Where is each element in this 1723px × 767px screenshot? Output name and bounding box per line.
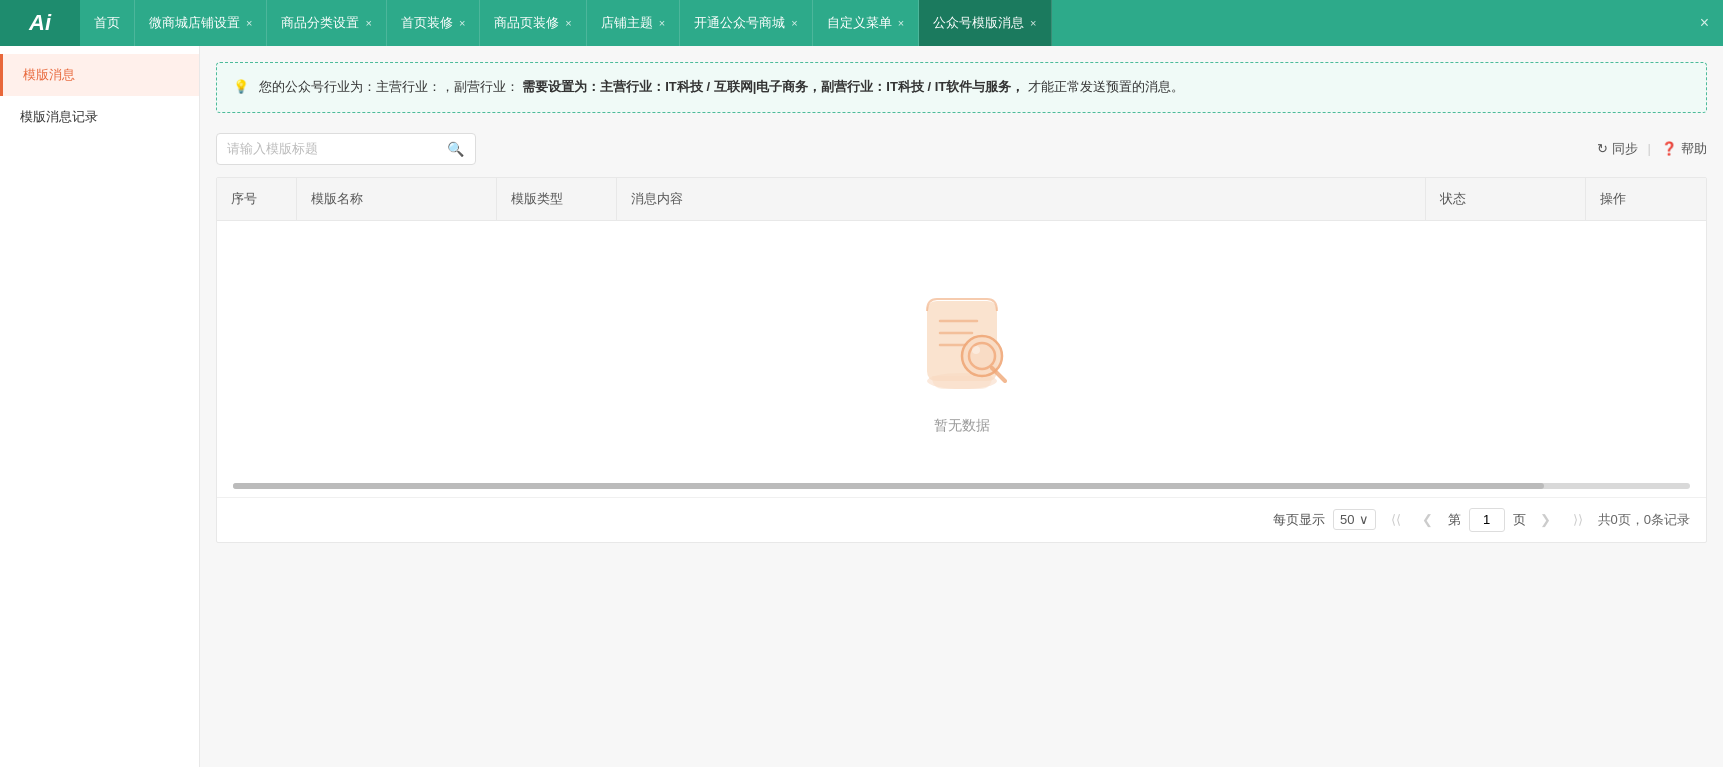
nav-tab-5[interactable]: 店铺主题 ×: [587, 0, 680, 46]
nav-tab-close[interactable]: ×: [898, 18, 904, 29]
nav-tab-3[interactable]: 首页装修 ×: [387, 0, 480, 46]
col-header-type: 模版类型: [497, 178, 617, 220]
divider: |: [1648, 141, 1651, 156]
nav-tab-label: 首页: [94, 14, 120, 32]
empty-text: 暂无数据: [934, 417, 990, 435]
empty-state: 暂无数据: [217, 221, 1706, 475]
search-icon[interactable]: 🔍: [447, 141, 464, 157]
pagination: 每页显示 50 ∨ ⟨⟨ ❮ 第 页 ❯ ⟩⟩ 共0页，0条记录: [217, 497, 1706, 542]
nav-tab-label: 商品页装修: [494, 14, 559, 32]
app-logo: Ai: [0, 0, 80, 46]
page-size-value: 50: [1340, 512, 1354, 527]
sidebar: 模版消息模版消息记录: [0, 46, 200, 767]
last-page-button[interactable]: ⟩⟩: [1566, 508, 1590, 532]
col-header-content: 消息内容: [617, 178, 1426, 220]
total-info: 共0页，0条记录: [1598, 511, 1690, 529]
help-label: 帮助: [1681, 140, 1707, 158]
notice-icon: 💡: [233, 79, 249, 94]
nav-tab-label: 自定义菜单: [827, 14, 892, 32]
col-header-status: 状态: [1426, 178, 1586, 220]
nav-tab-label: 微商城店铺设置: [149, 14, 240, 32]
page-number-input[interactable]: [1469, 508, 1505, 532]
nav-tab-4[interactable]: 商品页装修 ×: [480, 0, 586, 46]
nav-tab-1[interactable]: 微商城店铺设置 ×: [135, 0, 267, 46]
content-area: 💡 您的公众号行业为：主营行业：，副营行业： 需要设置为：主营行业：IT科技 /…: [200, 46, 1723, 767]
scrollbar-thumb: [233, 483, 1544, 489]
nav-tab-8[interactable]: 公众号模版消息 ×: [919, 0, 1051, 46]
sidebar-item-1[interactable]: 模版消息记录: [0, 96, 199, 138]
nav-tab-close[interactable]: ×: [365, 18, 371, 29]
nav-tab-label: 商品分类设置: [281, 14, 359, 32]
sync-icon: ↻: [1597, 141, 1608, 156]
nav-tab-7[interactable]: 自定义菜单 ×: [813, 0, 919, 46]
nav-tab-close[interactable]: ×: [565, 18, 571, 29]
help-button[interactable]: ❓ 帮助: [1661, 140, 1707, 158]
search-input-wrap: 🔍: [216, 133, 476, 165]
sync-button[interactable]: ↻ 同步: [1597, 140, 1638, 158]
notice-prefix: 您的公众号行业为：主营行业：，副营行业：: [259, 79, 519, 94]
search-input[interactable]: [227, 141, 447, 156]
nav-tabs: 首页微商城店铺设置×商品分类设置×首页装修×商品页装修×店铺主题×开通公众号商城…: [80, 0, 1686, 46]
sidebar-item-0[interactable]: 模版消息: [0, 54, 199, 96]
col-header-index: 序号: [217, 178, 297, 220]
nav-tab-close[interactable]: ×: [659, 18, 665, 29]
nav-tab-close[interactable]: ×: [246, 18, 252, 29]
main-layout: 模版消息模版消息记录 💡 您的公众号行业为：主营行业：，副营行业： 需要设置为：…: [0, 46, 1723, 767]
sync-label: 同步: [1612, 140, 1638, 158]
empty-illustration: [902, 281, 1022, 401]
first-page-button[interactable]: ⟨⟨: [1384, 508, 1408, 532]
nav-tab-label: 首页装修: [401, 14, 453, 32]
nav-tab-0[interactable]: 首页: [80, 0, 135, 46]
scrollbar-area: [217, 483, 1706, 489]
nav-tab-label: 开通公众号商城: [694, 14, 785, 32]
nav-tab-close[interactable]: ×: [1030, 18, 1036, 29]
nav-tab-label: 公众号模版消息: [933, 14, 1024, 32]
next-page-button[interactable]: ❯: [1534, 508, 1558, 532]
nav-tab-label: 店铺主题: [601, 14, 653, 32]
scrollbar-track[interactable]: [233, 483, 1690, 489]
col-header-name: 模版名称: [297, 178, 497, 220]
top-nav: Ai 首页微商城店铺设置×商品分类设置×首页装修×商品页装修×店铺主题×开通公众…: [0, 0, 1723, 46]
page-word: 第: [1448, 511, 1461, 529]
close-all-button[interactable]: ×: [1686, 14, 1723, 32]
search-bar: 🔍 ↻ 同步 | ❓ 帮助: [216, 133, 1707, 165]
col-header-action: 操作: [1586, 178, 1706, 220]
help-icon: ❓: [1661, 141, 1677, 156]
toolbar-right: ↻ 同步 | ❓ 帮助: [1597, 140, 1707, 158]
page-size-label: 每页显示: [1273, 511, 1325, 529]
notice-suffix: 才能正常发送预置的消息。: [1028, 79, 1184, 94]
notice-highlight: 需要设置为：主营行业：IT科技 / 互联网|电子商务，副营行业：IT科技 / I…: [522, 79, 1024, 94]
page-size-select[interactable]: 50 ∨: [1333, 509, 1375, 530]
svg-point-7: [972, 346, 980, 354]
data-table: 序号 模版名称 模版类型 消息内容 状态 操作: [216, 177, 1707, 543]
nav-tab-2[interactable]: 商品分类设置 ×: [267, 0, 386, 46]
nav-tab-6[interactable]: 开通公众号商城 ×: [680, 0, 812, 46]
prev-page-button[interactable]: ❮: [1416, 508, 1440, 532]
notice-box: 💡 您的公众号行业为：主营行业：，副营行业： 需要设置为：主营行业：IT科技 /…: [216, 62, 1707, 113]
nav-tab-close[interactable]: ×: [459, 18, 465, 29]
nav-tab-close[interactable]: ×: [791, 18, 797, 29]
ye-word: 页: [1513, 511, 1526, 529]
page-size-dropdown-icon: ∨: [1359, 512, 1369, 527]
table-header: 序号 模版名称 模版类型 消息内容 状态 操作: [217, 178, 1706, 221]
